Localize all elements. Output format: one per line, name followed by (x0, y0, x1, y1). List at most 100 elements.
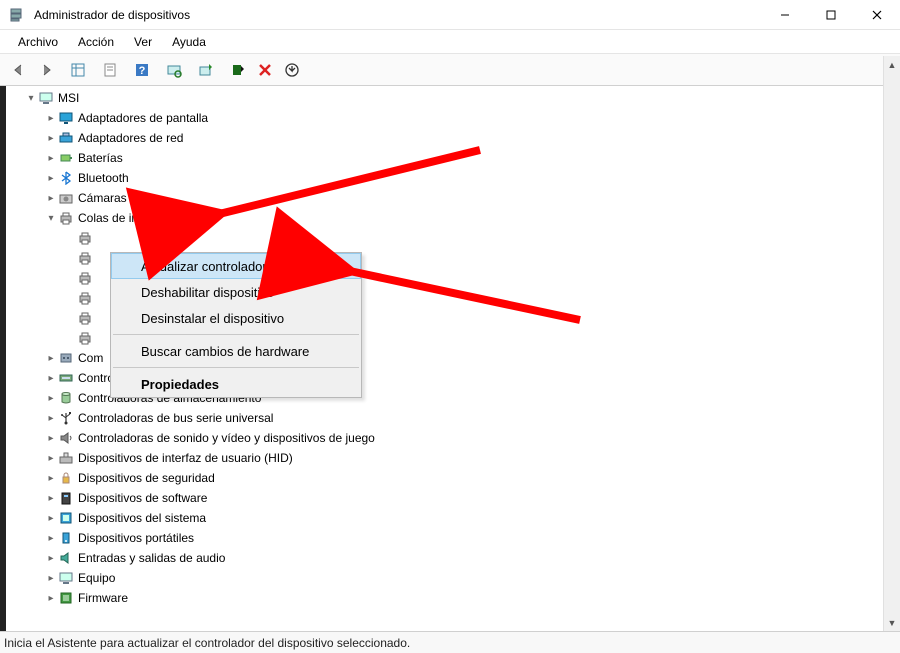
tree-category[interactable]: ▸ Equipo (6, 568, 900, 588)
expander-closed-icon[interactable]: ▸ (44, 413, 58, 424)
update-driver-button[interactable] (193, 57, 219, 83)
tree-category[interactable]: ▾ Colas de impresión (6, 208, 900, 228)
portable-icon (58, 530, 74, 546)
menu-action[interactable]: Acción (70, 33, 122, 51)
tree-category[interactable]: ▸Dispositivos del sistema (6, 508, 900, 528)
tree-category-label: Dispositivos portátiles (78, 531, 194, 545)
printer-icon (78, 270, 94, 286)
minimize-button[interactable] (762, 0, 808, 30)
tree-root[interactable]: ▾ MSI (6, 88, 900, 108)
monitor-icon (58, 110, 74, 126)
scroll-up-icon[interactable]: ▲ (884, 56, 900, 73)
printer-icon (58, 210, 74, 226)
vertical-scrollbar[interactable]: ▲ ▼ (883, 56, 900, 631)
printer-icon (78, 310, 94, 326)
network-icon (58, 130, 74, 146)
expander-closed-icon[interactable]: ▸ (44, 153, 58, 164)
storage-icon (58, 390, 74, 406)
menu-view[interactable]: Ver (126, 33, 160, 51)
toolbar: ? (0, 54, 900, 86)
tree-category[interactable]: ▸Entradas y salidas de audio (6, 548, 900, 568)
tree-category[interactable]: ▸Controladoras de sonido y vídeo y dispo… (6, 428, 900, 448)
camera-icon (58, 190, 74, 206)
tree-category-label: Dispositivos de seguridad (78, 471, 215, 485)
tree-category-label: Baterías (78, 151, 123, 165)
menu-file[interactable]: Archivo (10, 33, 66, 51)
maximize-button[interactable] (808, 0, 854, 30)
firmware-icon (58, 590, 74, 606)
expander-open-icon[interactable]: ▾ (44, 213, 58, 224)
expander-closed-icon[interactable]: ▸ (44, 433, 58, 444)
tree-category[interactable]: ▸ Dispositivos portátiles (6, 528, 900, 548)
ide-icon (58, 370, 74, 386)
system-icon (58, 510, 74, 526)
tree-category[interactable]: ▸ Dispositivos de seguridad (6, 468, 900, 488)
expander-closed-icon[interactable]: ▸ (44, 193, 58, 204)
properties-button[interactable] (97, 57, 123, 83)
expander-closed-icon[interactable]: ▸ (44, 593, 58, 604)
tree-category[interactable]: ▸Dispositivos de interfaz de usuario (HI… (6, 448, 900, 468)
tree-device[interactable] (6, 228, 900, 248)
tree-category[interactable]: ▸Controladoras de bus serie universal (6, 408, 900, 428)
tree-category-label: Adaptadores de red (78, 131, 183, 145)
ctx-update-driver[interactable]: Actualizar controlador (111, 253, 361, 279)
bluetooth-icon (58, 170, 74, 186)
expander-closed-icon[interactable]: ▸ (44, 573, 58, 584)
expander-icon[interactable]: ▾ (24, 93, 38, 104)
enable-button[interactable] (279, 57, 305, 83)
statusbar: Inicia el Asistente para actualizar el c… (0, 631, 900, 653)
sound-icon (58, 430, 74, 446)
status-text: Inicia el Asistente para actualizar el c… (4, 636, 410, 650)
tree-category[interactable]: ▸Firmware (6, 588, 900, 608)
expander-closed-icon[interactable]: ▸ (44, 473, 58, 484)
tree-category-label: Adaptadores de pantalla (78, 111, 208, 125)
nav-back-button[interactable] (6, 57, 32, 83)
disable-button[interactable] (225, 57, 251, 83)
expander-closed-icon[interactable]: ▸ (44, 453, 58, 464)
expander-closed-icon[interactable]: ▸ (44, 353, 58, 364)
tree-category-label: Com (78, 351, 103, 365)
hid-icon (58, 450, 74, 466)
help-button[interactable]: ? (129, 57, 155, 83)
expander-closed-icon[interactable]: ▸ (44, 133, 58, 144)
tree-category[interactable]: ▸Dispositivos de software (6, 488, 900, 508)
port-icon (58, 350, 74, 366)
ctx-separator (113, 367, 359, 368)
titlebar: Administrador de dispositivos (0, 0, 900, 30)
ctx-disable-device[interactable]: Deshabilitar dispositivo (111, 279, 361, 305)
close-button[interactable] (854, 0, 900, 30)
printer-icon (78, 250, 94, 266)
scan-button[interactable] (161, 57, 187, 83)
usb-icon (58, 410, 74, 426)
expander-closed-icon[interactable]: ▸ (44, 113, 58, 124)
expander-closed-icon[interactable]: ▸ (44, 513, 58, 524)
printer-icon (78, 290, 94, 306)
scroll-down-icon[interactable]: ▼ (884, 614, 900, 631)
uninstall-button[interactable] (252, 57, 278, 83)
tree-category[interactable]: ▸ Adaptadores de pantalla (6, 108, 900, 128)
expander-closed-icon[interactable]: ▸ (44, 373, 58, 384)
view-all-button[interactable] (65, 57, 91, 83)
expander-closed-icon[interactable]: ▸ (44, 393, 58, 404)
tree-category[interactable]: ▸ Adaptadores de red (6, 128, 900, 148)
ctx-properties[interactable]: Propiedades (111, 371, 361, 397)
expander-closed-icon[interactable]: ▸ (44, 173, 58, 184)
tree-category[interactable]: ▸ Bluetooth (6, 168, 900, 188)
ctx-scan-hardware[interactable]: Buscar cambios de hardware (111, 338, 361, 364)
printer-icon (78, 230, 94, 246)
ctx-uninstall-device[interactable]: Desinstalar el dispositivo (111, 305, 361, 331)
software-icon (58, 490, 74, 506)
security-icon (58, 470, 74, 486)
nav-forward-button[interactable] (33, 57, 59, 83)
tree-category-label: Equipo (78, 571, 115, 585)
expander-closed-icon[interactable]: ▸ (44, 533, 58, 544)
tree-category[interactable]: ▸ Baterías (6, 148, 900, 168)
computer-icon (58, 570, 74, 586)
menu-help[interactable]: Ayuda (164, 33, 214, 51)
app-icon (8, 7, 24, 23)
tree-category-label: Bluetooth (78, 171, 129, 185)
expander-closed-icon[interactable]: ▸ (44, 553, 58, 564)
tree-category-label: Colas de impresión (78, 211, 181, 225)
tree-category[interactable]: ▸Cámaras (6, 188, 900, 208)
expander-closed-icon[interactable]: ▸ (44, 493, 58, 504)
